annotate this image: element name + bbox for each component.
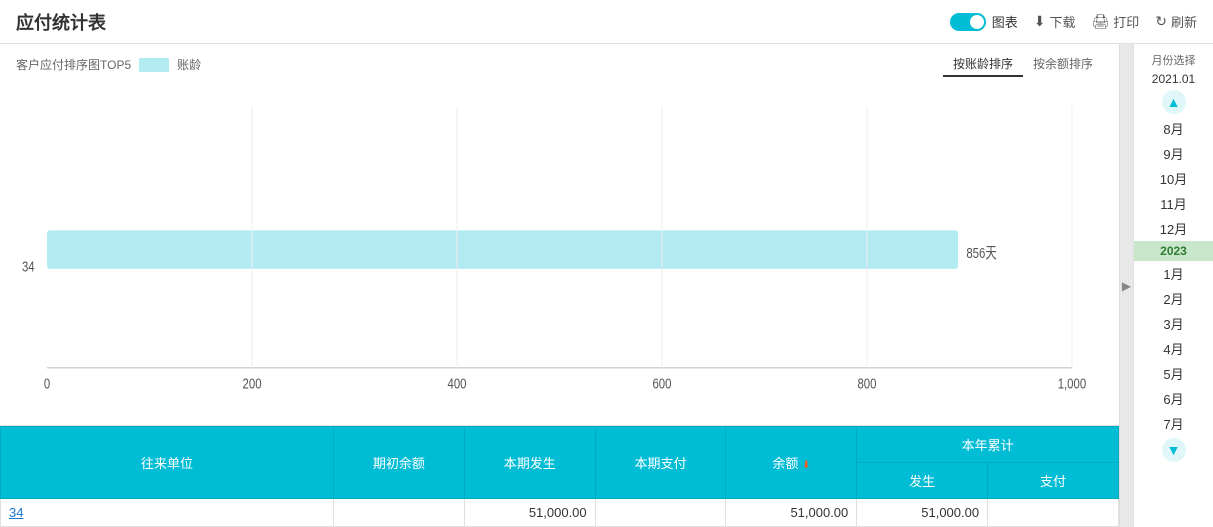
col-ytd-header: 本年累计: [857, 427, 1119, 463]
svg-text:200: 200: [243, 375, 262, 392]
page-title: 应付统计表: [16, 9, 106, 35]
page-header: 应付统计表 图表 ⬇ 下载 🖨 打印 ↻ 刷新: [0, 0, 1213, 44]
download-button[interactable]: ⬇ 下载: [1034, 12, 1076, 31]
legend-box-label: 账龄: [177, 56, 201, 73]
sidebar-collapse-button[interactable]: ▶: [1119, 44, 1133, 527]
month-item-2[interactable]: 2月: [1134, 286, 1213, 311]
print-label: 打印: [1113, 12, 1139, 31]
chart-header: 客户应付排序图TOP5 账龄 按账龄排序 按余额排序: [0, 44, 1119, 85]
unit-cell: 34: [1, 499, 334, 527]
sort-tab-balance[interactable]: 按余额排序: [1023, 52, 1103, 77]
ytd-payment-cell: [988, 499, 1119, 527]
svg-text:34: 34: [22, 258, 35, 275]
print-icon: 🖨: [1091, 13, 1109, 30]
month-item-4[interactable]: 4月: [1134, 336, 1213, 361]
col-occurrence-header: 本期发生: [464, 427, 595, 499]
sort-tab-age[interactable]: 按账龄排序: [943, 52, 1023, 77]
month-item-6[interactable]: 6月: [1134, 386, 1213, 411]
sidebar-current-date: 2021.01: [1148, 70, 1199, 88]
svg-text:400: 400: [448, 375, 467, 392]
col-payment-header: 本期支付: [595, 427, 726, 499]
sidebar-nav-up[interactable]: ▲: [1162, 90, 1186, 114]
month-item-3[interactable]: 3月: [1134, 311, 1213, 336]
sidebar-label: 月份选择: [1152, 48, 1196, 70]
header-actions: 图表 ⬇ 下载 🖨 打印 ↻ 刷新: [950, 12, 1197, 31]
month-item-7[interactable]: 7月: [1134, 411, 1213, 436]
main-content: 客户应付排序图TOP5 账龄 按账龄排序 按余额排序 34 856天: [0, 44, 1213, 527]
svg-text:0: 0: [44, 375, 50, 392]
month-item-12[interactable]: 12月: [1134, 216, 1213, 241]
ytd-occurrence-cell: 51,000.00: [857, 499, 988, 527]
chart-section: 客户应付排序图TOP5 账龄 按账龄排序 按余额排序 34 856天: [0, 44, 1119, 527]
chart-svg: 34 856天 0 200 400 600 800 1,000: [16, 93, 1103, 409]
opening-balance-cell: [334, 499, 465, 527]
month-item-11[interactable]: 11月: [1134, 191, 1213, 216]
legend-label: 客户应付排序图TOP5: [16, 56, 131, 73]
month-item-1[interactable]: 1月: [1134, 261, 1213, 286]
svg-text:800: 800: [857, 375, 876, 392]
table-row: 34 51,000.00 51,000.00 51,000.00: [1, 499, 1119, 527]
refresh-label: 刷新: [1171, 12, 1197, 31]
col-unit-header: 往来单位: [1, 427, 334, 499]
current-occurrence-cell: 51,000.00: [464, 499, 595, 527]
data-table: 往来单位 期初余额 本期发生 本期支付 余额 ⬇ 本年累计 发生: [0, 426, 1119, 527]
print-button[interactable]: 🖨 打印: [1091, 12, 1139, 31]
svg-text:1,000: 1,000: [1058, 375, 1086, 392]
month-item-10[interactable]: 10月: [1134, 166, 1213, 191]
right-sidebar: 月份选择 2021.01 ▲ 8月 9月 10月 11月 12月 2023 1月…: [1133, 44, 1213, 527]
col-ytd-occurrence-header: 发生: [857, 463, 988, 499]
download-label: 下载: [1049, 12, 1075, 31]
year-marker-2023: 2023: [1134, 241, 1213, 261]
refresh-button[interactable]: ↻ 刷新: [1155, 12, 1197, 31]
table-section: 往来单位 期初余额 本期发生 本期支付 余额 ⬇ 本年累计 发生: [0, 425, 1119, 527]
chart-wrapper: 34 856天 0 200 400 600 800 1,000: [0, 85, 1119, 425]
col-ytd-payment-header: 支付: [988, 463, 1119, 499]
refresh-icon: ↻: [1155, 13, 1167, 30]
chart-toggle-switch[interactable]: [950, 13, 986, 31]
month-item-9[interactable]: 9月: [1134, 141, 1213, 166]
sidebar-nav-down[interactable]: ▼: [1162, 438, 1186, 462]
legend-box: [139, 58, 169, 72]
balance-cell: 51,000.00: [726, 499, 857, 527]
svg-text:856天: 856天: [966, 244, 996, 261]
current-payment-cell: [595, 499, 726, 527]
collapse-icon: ▶: [1122, 279, 1131, 293]
chart-toggle-group[interactable]: 图表: [950, 12, 1018, 31]
download-icon: ⬇: [1034, 13, 1046, 30]
col-balance-header: 余额 ⬇: [726, 427, 857, 499]
month-item-5[interactable]: 5月: [1134, 361, 1213, 386]
month-item-8[interactable]: 8月: [1134, 116, 1213, 141]
chart-sort-tabs: 按账龄排序 按余额排序: [943, 52, 1103, 77]
svg-text:600: 600: [652, 375, 671, 392]
unit-link[interactable]: 34: [9, 505, 23, 520]
chart-toggle-label: 图表: [992, 12, 1018, 31]
col-opening-header: 期初余额: [334, 427, 465, 499]
balance-icon: ⬇: [802, 460, 810, 471]
chart-legend: 客户应付排序图TOP5 账龄: [16, 56, 201, 73]
